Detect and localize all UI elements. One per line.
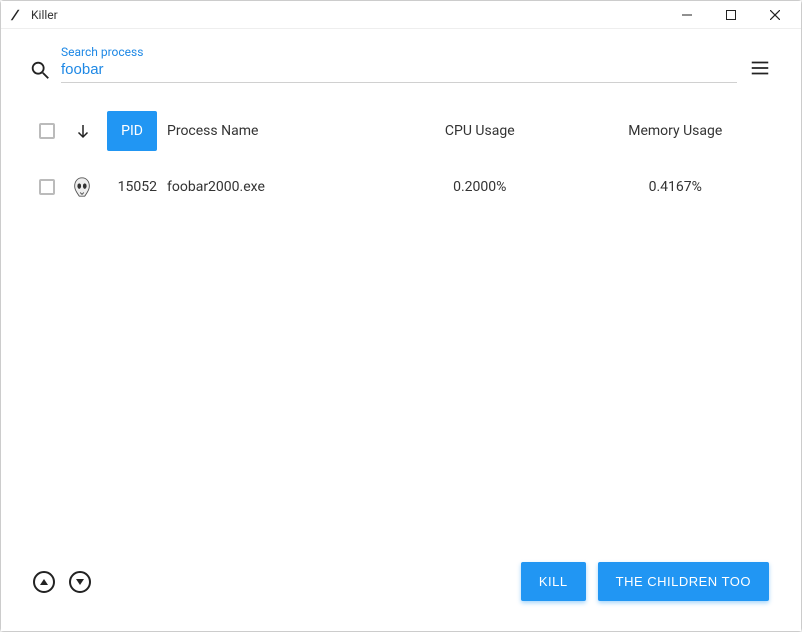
search-input[interactable] bbox=[61, 59, 737, 82]
column-header-cpu[interactable]: CPU Usage bbox=[382, 123, 577, 139]
scroll-down-button[interactable] bbox=[69, 571, 91, 593]
search-row: Search process bbox=[29, 47, 773, 83]
hamburger-menu-icon[interactable] bbox=[747, 55, 773, 81]
close-button[interactable] bbox=[753, 1, 797, 29]
row-cpu: 0.2000% bbox=[382, 179, 577, 195]
sort-direction-icon[interactable] bbox=[65, 122, 101, 140]
scroll-up-button[interactable] bbox=[33, 571, 55, 593]
column-header-mem[interactable]: Memory Usage bbox=[578, 123, 773, 139]
row-process-name: foobar2000.exe bbox=[163, 179, 382, 195]
search-field[interactable]: Search process bbox=[61, 47, 737, 83]
search-icon[interactable] bbox=[29, 59, 51, 81]
kill-children-button[interactable]: THE CHILDREN TOO bbox=[598, 562, 769, 601]
column-header-name[interactable]: Process Name bbox=[163, 123, 382, 139]
kill-button[interactable]: KILL bbox=[521, 562, 586, 601]
minimize-button[interactable] bbox=[665, 1, 709, 29]
search-label: Search process bbox=[61, 45, 143, 59]
maximize-button[interactable] bbox=[709, 1, 753, 29]
table-row[interactable]: 15052 foobar2000.exe 0.2000% 0.4167% bbox=[29, 169, 773, 205]
row-checkbox[interactable] bbox=[39, 179, 55, 195]
pid-chip: PID bbox=[107, 111, 157, 151]
bottom-bar: KILL THE CHILDREN TOO bbox=[29, 550, 773, 619]
row-pid: 15052 bbox=[101, 179, 163, 195]
table-header: PID Process Name CPU Usage Memory Usage bbox=[29, 105, 773, 157]
titlebar: Killer bbox=[1, 1, 801, 29]
row-mem: 0.4167% bbox=[578, 179, 773, 195]
process-table: PID Process Name CPU Usage Memory Usage bbox=[29, 105, 773, 550]
select-all-checkbox[interactable] bbox=[39, 123, 55, 139]
app-icon bbox=[9, 7, 25, 23]
process-icon bbox=[70, 175, 94, 199]
content-area: Search process PID Process Name CPU Usag… bbox=[1, 29, 801, 631]
window-title: Killer bbox=[31, 8, 58, 22]
column-header-pid[interactable]: PID bbox=[101, 111, 163, 151]
app-window: Killer Search process bbox=[0, 0, 802, 632]
